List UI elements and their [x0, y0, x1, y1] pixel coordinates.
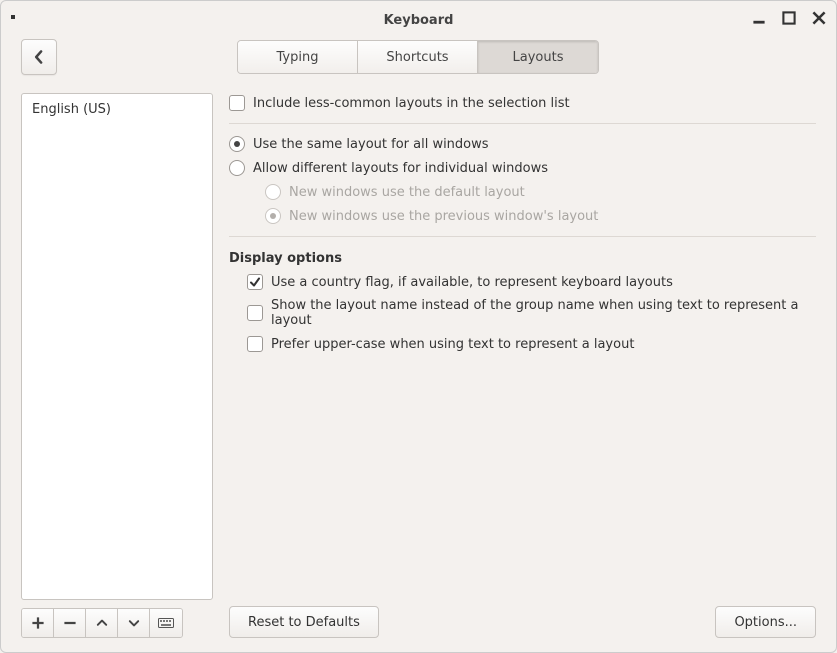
layout-list-toolbar — [21, 608, 183, 638]
move-up-button[interactable] — [86, 609, 118, 637]
chevron-left-icon — [32, 50, 46, 64]
sub-default-radio — [265, 184, 281, 200]
same-layout-radio[interactable] — [229, 136, 245, 152]
remove-icon — [63, 616, 77, 630]
button-label: Options... — [734, 615, 797, 630]
tab-shortcuts[interactable]: Shortcuts — [358, 41, 478, 73]
add-layout-button[interactable] — [22, 609, 54, 637]
tab-label: Typing — [277, 50, 319, 65]
window-controls — [752, 11, 826, 25]
different-layout-radio[interactable] — [229, 160, 245, 176]
window-menu-icon[interactable] — [11, 15, 15, 19]
tab-label: Layouts — [513, 50, 564, 65]
layout-name-label: Show the layout name instead of the grou… — [271, 298, 816, 328]
different-layout-row: Allow different layouts for individual w… — [229, 158, 816, 178]
button-label: Reset to Defaults — [248, 615, 360, 630]
flag-label: Use a country flag, if available, to rep… — [271, 275, 673, 290]
layout-list-column: English (US) — [21, 93, 213, 638]
layout-name-row: Show the layout name instead of the grou… — [229, 296, 816, 330]
check-icon — [249, 276, 261, 288]
include-less-common-label: Include less-common layouts in the selec… — [253, 96, 570, 111]
settings-panel: Include less-common layouts in the selec… — [229, 93, 816, 638]
reset-defaults-button[interactable]: Reset to Defaults — [229, 606, 379, 638]
move-down-icon — [128, 617, 140, 629]
minimize-icon[interactable] — [752, 11, 766, 25]
maximize-icon[interactable] — [782, 11, 796, 25]
sub-default-row: New windows use the default layout — [229, 182, 816, 202]
layout-item-label: English (US) — [32, 102, 111, 117]
back-button[interactable] — [21, 39, 57, 75]
remove-layout-button[interactable] — [54, 609, 86, 637]
divider — [229, 236, 816, 237]
keyboard-settings-window: Keyboard Typing Shortcuts Layouts Englis… — [0, 0, 837, 653]
layout-list-item[interactable]: English (US) — [22, 98, 212, 121]
flag-row: Use a country flag, if available, to rep… — [229, 272, 816, 292]
keyboard-preview-icon — [158, 617, 174, 629]
layout-list[interactable]: English (US) — [21, 93, 213, 600]
tabstrip: Typing Shortcuts Layouts — [237, 40, 599, 74]
keyboard-preview-button[interactable] — [150, 609, 182, 637]
sub-previous-row: New windows use the previous window's la… — [229, 206, 816, 226]
same-layout-row: Use the same layout for all windows — [229, 134, 816, 154]
add-icon — [31, 616, 45, 630]
include-less-common-checkbox[interactable] — [229, 95, 245, 111]
tab-typing[interactable]: Typing — [238, 41, 358, 73]
sub-previous-radio — [265, 208, 281, 224]
radio-dot-icon — [270, 213, 276, 219]
move-down-button[interactable] — [118, 609, 150, 637]
uppercase-label: Prefer upper-case when using text to rep… — [271, 337, 634, 352]
content-area: English (US) — [1, 85, 836, 652]
move-up-icon — [96, 617, 108, 629]
divider — [229, 123, 816, 124]
header-row: Typing Shortcuts Layouts — [1, 39, 836, 85]
titlebar: Keyboard — [1, 1, 836, 39]
sub-default-label: New windows use the default layout — [289, 185, 525, 200]
same-layout-label: Use the same layout for all windows — [253, 137, 489, 152]
close-icon[interactable] — [812, 11, 826, 25]
uppercase-checkbox[interactable] — [247, 336, 263, 352]
display-options-title: Display options — [229, 247, 816, 268]
uppercase-row: Prefer upper-case when using text to rep… — [229, 334, 816, 354]
flag-checkbox[interactable] — [247, 274, 263, 290]
tab-label: Shortcuts — [386, 50, 448, 65]
different-layout-label: Allow different layouts for individual w… — [253, 161, 548, 176]
include-less-common-row: Include less-common layouts in the selec… — [229, 93, 816, 113]
window-title: Keyboard — [384, 13, 454, 28]
footer-row: Reset to Defaults Options... — [229, 594, 816, 638]
options-button[interactable]: Options... — [715, 606, 816, 638]
sub-previous-label: New windows use the previous window's la… — [289, 209, 598, 224]
layout-name-checkbox[interactable] — [247, 305, 263, 321]
radio-dot-icon — [234, 141, 240, 147]
tab-layouts[interactable]: Layouts — [478, 41, 598, 73]
